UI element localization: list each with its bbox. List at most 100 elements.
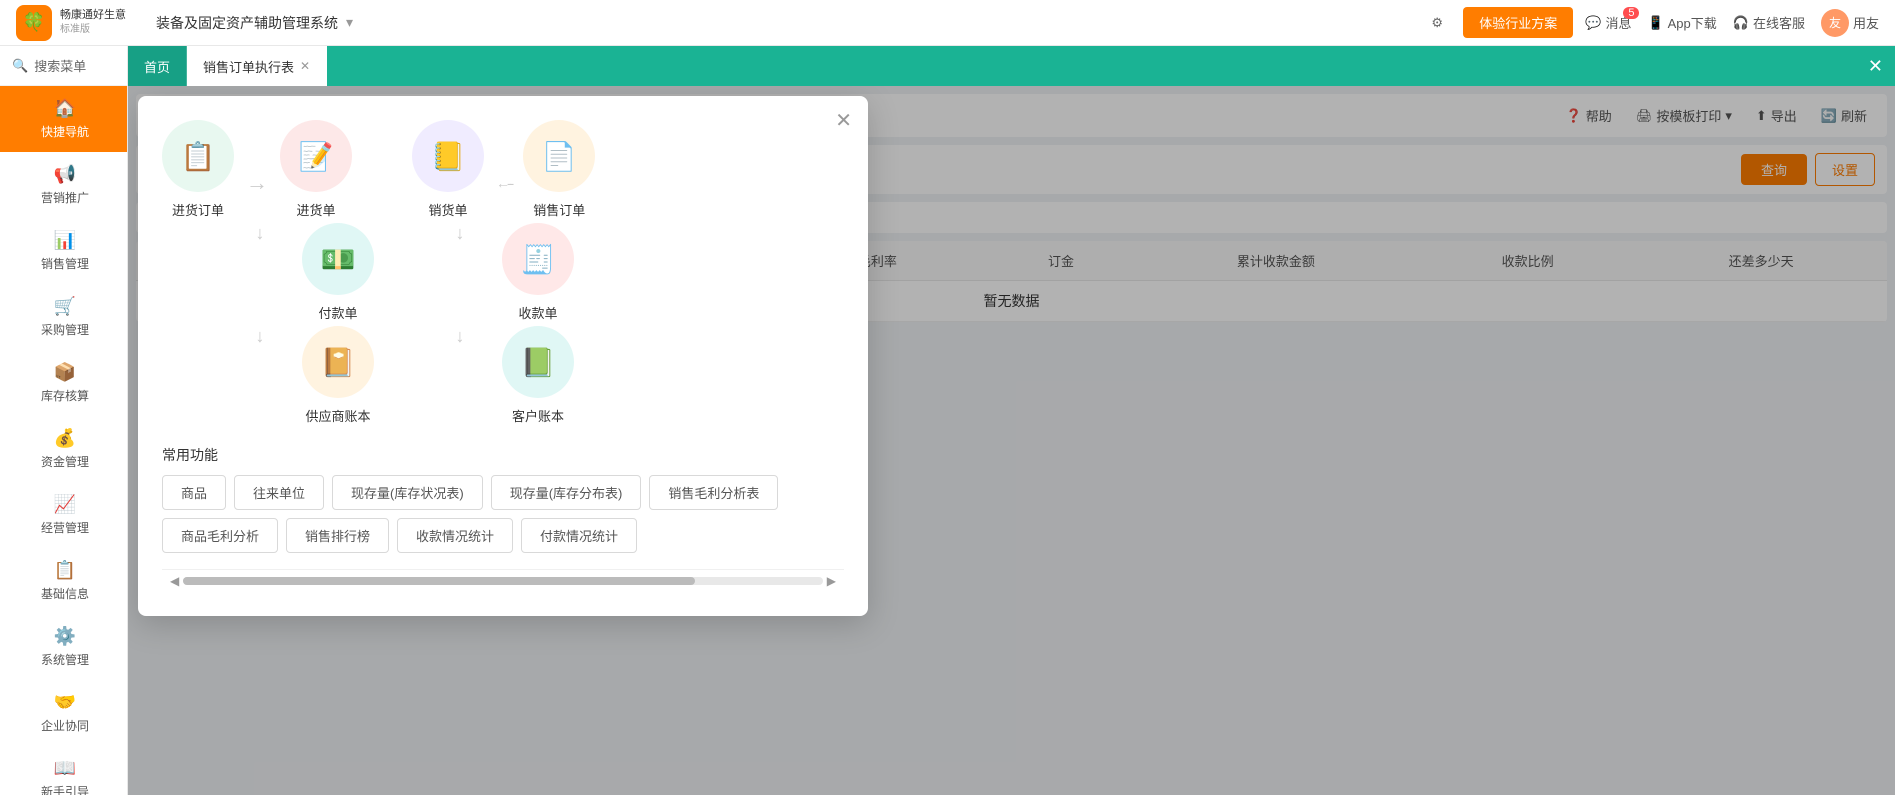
search-menu-button[interactable]: 🔍 搜索菜单 (0, 46, 127, 86)
common-btn-product[interactable]: 商品 (162, 475, 226, 510)
flow-node-receipt-bill: 🧾 收款单 (502, 223, 574, 322)
receipt-bill-label: 收款单 (518, 303, 557, 322)
purchase-order-label: 进货订单 (172, 200, 224, 219)
spacer-middle (352, 147, 412, 219)
purchase-bill-label: 进货单 (296, 200, 335, 219)
modal-close-button[interactable]: ✕ (835, 108, 852, 133)
customer-ledger-label: 客户账本 (512, 406, 564, 425)
inventory-icon: 📦 (54, 362, 76, 383)
scroll-track[interactable] (183, 577, 823, 585)
scroll-left-arrow[interactable]: ◀ (170, 574, 179, 588)
arrow-purchase-to-bill: → (234, 147, 280, 219)
tab-home[interactable]: 首页 (128, 46, 187, 86)
common-btn-partner[interactable]: 往来单位 (234, 475, 324, 510)
try-button[interactable]: 体验行业方案 (1463, 7, 1573, 38)
sales-bill-label: 销货单 (428, 200, 467, 219)
enterprise-icon: 🤝 (54, 692, 76, 713)
payment-bill-icon: 💵 (302, 223, 374, 295)
modal-overlay[interactable]: ✕ 📋 进货订单 (128, 86, 1895, 795)
common-btn-stock-status[interactable]: 现存量(库存状况表) (332, 475, 483, 510)
flow-node-customer-ledger: 📗 客户账本 (502, 326, 574, 425)
scroll-thumb (183, 577, 695, 585)
page-content: ❓ 帮助 🖨 按模板打印 ▾ ⬆ 导出 🔄 刷新 (128, 86, 1895, 795)
sidebar-item-enterprise[interactable]: 🤝 企业协同 (0, 680, 127, 746)
online-service-button[interactable]: 🎧 在线客服 (1733, 13, 1805, 32)
scroll-right-arrow[interactable]: ▶ (827, 574, 836, 588)
sales-bill-icon: 📒 (412, 120, 484, 192)
receipt-bill-icon: 🧾 (502, 223, 574, 295)
flow-node-sales-order: 📄 销售订单 (523, 120, 595, 219)
sidebar-item-basic[interactable]: 📋 基础信息 (0, 548, 127, 614)
flow-node-purchase-bill: 📝 进货单 (280, 120, 352, 219)
user-menu-button[interactable]: 友 用友 (1821, 9, 1879, 37)
sidebar-item-quick-nav[interactable]: 🏠 快捷导航 (0, 86, 127, 152)
sidebar-item-operation[interactable]: 📈 经营管理 (0, 482, 127, 548)
flow-node-payment-bill: 💵 付款单 (302, 223, 374, 322)
common-buttons-group: 商品 往来单位 现存量(库存状况表) 现存量(库存分布表) 销售毛利分析表 商品… (162, 475, 844, 553)
sidebar-item-sales[interactable]: 📊 销售管理 (0, 218, 127, 284)
marketing-icon: 📢 (54, 164, 76, 185)
sidebar-item-guide[interactable]: 📖 新手引导 (0, 746, 127, 795)
finance-icon: 💰 (54, 428, 76, 449)
arrow-down-sales-bill: ↓ (434, 223, 486, 322)
sidebar-item-marketing[interactable]: 📢 营销推广 (0, 152, 127, 218)
tab-bar: 首页 销售订单执行表 ✕ ✕ (128, 46, 1895, 86)
system-icon: ⚙️ (54, 626, 76, 647)
common-functions-title: 常用功能 (162, 445, 844, 465)
sidebar-item-system[interactable]: ⚙️ 系统管理 (0, 614, 127, 680)
app-download-button[interactable]: 📱 App下载 (1647, 13, 1716, 32)
title-dropdown-icon[interactable]: ▾ (346, 14, 353, 31)
search-icon: 🔍 (12, 58, 28, 74)
common-btn-product-gross[interactable]: 商品毛利分析 (162, 518, 278, 553)
flow-node-supplier-ledger: 📔 供应商账本 (302, 326, 374, 425)
arrow-down-payment: ↓ (234, 326, 286, 425)
message-icon: 💬 (1585, 15, 1601, 31)
common-functions-section: 常用功能 商品 往来单位 现存量(库存状况表) 现存量(库存分布表) 销售毛利分… (162, 445, 844, 553)
sales-icon: 📊 (54, 230, 76, 251)
tab-sales-order-exec[interactable]: 销售订单执行表 ✕ (187, 46, 327, 86)
content-area: 首页 销售订单执行表 ✕ ✕ ❓ 帮助 (128, 46, 1895, 795)
logo: 🍀 畅康通好生意 标准版 (16, 5, 144, 41)
bottom-scrollbar[interactable]: ◀ ▶ (162, 569, 844, 592)
sidebar-item-finance[interactable]: 💰 资金管理 (0, 416, 127, 482)
flow-diagram: 📋 进货订单 → 📝 进货单 (162, 120, 844, 437)
common-btn-receipt-stat[interactable]: 收款情况统计 (397, 518, 513, 553)
arrow-sales-order-to-bill: ←- - (484, 147, 523, 219)
logo-icon: 🍀 (16, 5, 52, 41)
sales-order-label: 销售订单 (533, 200, 585, 219)
modal-box: ✕ 📋 进货订单 (138, 96, 868, 616)
close-all-tabs-button[interactable]: ✕ (1856, 56, 1895, 77)
message-badge: 5 (1623, 7, 1639, 19)
common-btn-payment-stat[interactable]: 付款情况统计 (521, 518, 637, 553)
sidebar: 🔍 搜索菜单 🏠 快捷导航 📢 营销推广 📊 销售管理 🛒 (0, 46, 128, 795)
tab-close-icon[interactable]: ✕ (300, 59, 310, 73)
purchase-icon: 🛒 (54, 296, 76, 317)
sidebar-item-purchase[interactable]: 🛒 采购管理 (0, 284, 127, 350)
purchase-order-icon: 📋 (162, 120, 234, 192)
payment-bill-label: 付款单 (318, 303, 357, 322)
sidebar-nav: 🏠 快捷导航 📢 营销推广 📊 销售管理 🛒 采购管理 📦 库存核 (0, 86, 127, 795)
arrow-down-receipt: ↓ (434, 326, 486, 425)
basic-icon: 📋 (54, 560, 76, 581)
message-button[interactable]: 💬 消息 5 (1585, 13, 1631, 32)
sidebar-item-inventory[interactable]: 📦 库存核算 (0, 350, 127, 416)
service-icon: 🎧 (1733, 15, 1749, 31)
settings-icon[interactable]: ⚙ (1423, 9, 1451, 37)
home-icon: 🏠 (54, 98, 76, 119)
system-title: 装备及固定资产辅助管理系统 ▾ (156, 13, 1411, 33)
supplier-ledger-icon: 📔 (302, 326, 374, 398)
sales-order-icon: 📄 (523, 120, 595, 192)
topbar-right: 💬 消息 5 📱 App下载 🎧 在线客服 友 用友 (1585, 9, 1879, 37)
supplier-ledger-label: 供应商账本 (305, 406, 370, 425)
operation-icon: 📈 (54, 494, 76, 515)
flow-node-purchase-order: 📋 进货订单 (162, 120, 234, 219)
guide-icon: 📖 (54, 758, 76, 779)
common-btn-sales-rank[interactable]: 销售排行榜 (286, 518, 389, 553)
common-btn-sales-gross[interactable]: 销售毛利分析表 (649, 475, 778, 510)
flow-node-sales-bill: 📒 销货单 (412, 120, 484, 219)
common-btn-stock-dist[interactable]: 现存量(库存分布表) (491, 475, 642, 510)
download-icon: 📱 (1647, 15, 1663, 31)
logo-text: 畅康通好生意 标准版 (60, 8, 126, 37)
avatar: 友 (1821, 9, 1849, 37)
customer-ledger-icon: 📗 (502, 326, 574, 398)
